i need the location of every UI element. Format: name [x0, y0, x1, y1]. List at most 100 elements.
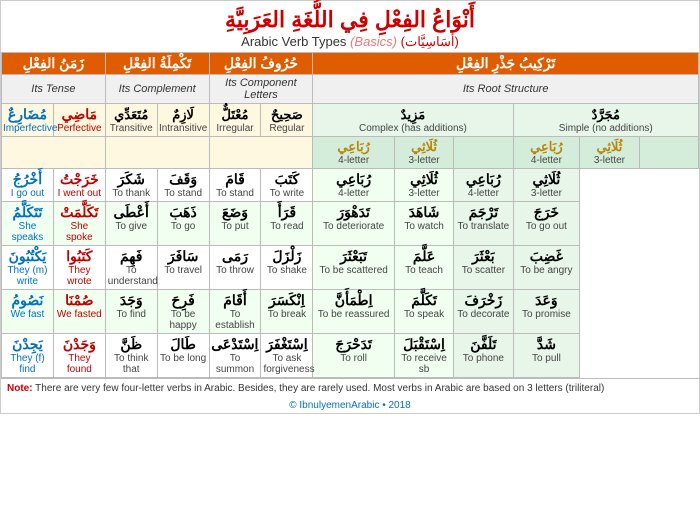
data-cell: شَدَّTo pull [513, 334, 580, 378]
data-cell: ذَهَبَTo go [157, 202, 209, 246]
tense-en: Its Tense [2, 75, 106, 104]
data-cell: غَضِبَTo be angry [513, 246, 580, 290]
data-cell: اِنْكَسَرَTo break [261, 290, 313, 334]
data-cell: ظَنَّTo think that [105, 334, 157, 378]
sh-regular: صَحِيحٌ Regular [261, 104, 313, 137]
data-cell: وَجَدَTo find [105, 290, 157, 334]
data-cell: فَهِمَTo understand [105, 246, 157, 290]
data-cell: كَتَبُواThey wrote [53, 246, 105, 290]
complement-ar: تَكْمِلَةُ الفِعْلِ [107, 55, 208, 72]
data-cell: تَدَهْوَرَTo deteriorate [313, 202, 395, 246]
letters-en: Its Component Letters [209, 75, 313, 104]
sh-r3maz: ثُلَاثِي 3-letter [394, 137, 453, 169]
data-cell: زَلْزَلَTo shake [261, 246, 313, 290]
lc-lett-blank [209, 137, 313, 169]
data-cell: وَعَدَTo promise [513, 290, 580, 334]
data-cell: زَخْرَفَTo decorate [454, 290, 513, 334]
data-cell: سَافَرَTo travel [157, 246, 209, 290]
header-complement: تَكْمِلَةُ الفِعْلِ [105, 53, 209, 75]
data-cell: رُبَاعِي4-letter [313, 169, 395, 202]
subtitle-basics-ar: (أَسَاسِيَّات) [401, 34, 459, 49]
table-body: أَخْرُجُI go outخَرَجْتُI went outشَكَرَ… [2, 169, 699, 378]
lc-c-blank [454, 137, 513, 169]
tense-ar: زَمَنُ الفِعْلِ [3, 55, 104, 72]
data-cell: اِسْتَغْفَرَTo ask forgiveness [261, 334, 313, 378]
data-cell: ثُلَاثِي3-letter [394, 169, 453, 202]
data-cell: تَبَعْثَرَTo be scattered [313, 246, 395, 290]
lc-comp-blank [105, 137, 209, 169]
data-cell: تَلَفَّنَTo phone [454, 334, 513, 378]
data-cell: وَجَدْنَThey found [53, 334, 105, 378]
data-cell: تَتَكَلَّمُShe speaks [2, 202, 54, 246]
table-row: يَجِدْنَThey (f) findوَجَدْنَThey foundظ… [2, 334, 699, 378]
main-title: أَنْوَاعُ الفِعْلِ فِي اللُّغَةِ العَرَب… [5, 7, 695, 33]
letters-ar: حُرُوفُ الفِعْلِ [211, 55, 312, 72]
header-row-1: زَمَنُ الفِعْلِ تَكْمِلَةُ الفِعْلِ حُرُ… [2, 53, 699, 75]
data-cell: شَكَرَTo thank [105, 169, 157, 202]
sh-complex: مَزِيدٌ Complex (has additions) [313, 104, 513, 137]
data-cell: وَقَفَTo stand [157, 169, 209, 202]
data-cell: وَضَعَTo put [209, 202, 261, 246]
footer: © IbnulyemenArabic • 2018 [1, 398, 699, 413]
data-cell: رَمَىTo throw [209, 246, 261, 290]
data-cell: طَالَTo be long [157, 334, 209, 378]
sh-perfect: مَاضِي Perfective [53, 104, 105, 137]
note-area: Note: There are very few four-letter ver… [1, 378, 699, 398]
data-cell: أَقَامَTo establish [209, 290, 261, 334]
data-cell: ثُلَاثِي3-letter [513, 169, 580, 202]
data-cell: عَلَّمَTo teach [394, 246, 453, 290]
sh-intransitive: لَازِمٌ Intransitive [157, 104, 209, 137]
complement-en: Its Complement [105, 75, 209, 104]
sh-mujarrad: مُجَرَّدٌ Simple (no additions) [513, 104, 698, 137]
data-cell: تَرْجَمَTo translate [454, 202, 513, 246]
main-table: زَمَنُ الفِعْلِ تَكْمِلَةُ الفِعْلِ حُرُ… [1, 52, 699, 378]
data-cell: تَكَلَّمَTo speak [394, 290, 453, 334]
root-en: Its Root Structure [313, 75, 699, 104]
table-row: تَتَكَلَّمُShe speaksتَكَلَّمَتْShe spok… [2, 202, 699, 246]
subtitle-en: Arabic Verb Types [241, 34, 346, 49]
data-cell: يَكْتُبُونَThey (m) write [2, 246, 54, 290]
data-cell: شَاهَدَTo watch [394, 202, 453, 246]
data-cell: تَكَلَّمَتْShe spoke [53, 202, 105, 246]
header-tense: زَمَنُ الفِعْلِ [2, 53, 106, 75]
sh-r4maz: رُبَاعِي 4-letter [313, 137, 395, 169]
header-letters: حُرُوفُ الفِعْلِ [209, 53, 313, 75]
data-cell: خَرَجَTo go out [513, 202, 580, 246]
sh-irregular: مُعْتَلٌّ Irregular [209, 104, 261, 137]
data-cell: تَدَحْرَجَTo roll [313, 334, 395, 378]
data-cell: اِسْتَقْبَلَTo receive sb [394, 334, 453, 378]
data-cell: اِسْتَدْعَىTo summon [209, 334, 261, 378]
data-cell: اِطْمَأَنَّTo be reassured [313, 290, 395, 334]
lettercount-row: رُبَاعِي 4-letter ثُلَاثِي 3-letter رُبَ… [2, 137, 699, 169]
lc-m-blank [639, 137, 698, 169]
subtitle-basics-en: (Basics) [350, 34, 397, 49]
title-area: أَنْوَاعُ الفِعْلِ فِي اللُّغَةِ العَرَب… [1, 1, 699, 52]
note-label: Note: [7, 383, 33, 394]
table-row: نَصُومُWe fastصُمْنَاWe fastedوَجَدَTo f… [2, 290, 699, 334]
lc-tense-blank [2, 137, 106, 169]
data-cell: يَجِدْنَThey (f) find [2, 334, 54, 378]
data-cell: فَرِحَTo be happy [157, 290, 209, 334]
data-cell: قَامَTo stand [209, 169, 261, 202]
table-row: يَكْتُبُونَThey (m) writeكَتَبُواThey wr… [2, 246, 699, 290]
data-cell: خَرَجْتُI went out [53, 169, 105, 202]
data-cell: رُبَاعِي4-letter [454, 169, 513, 202]
header-row-2: Its Tense Its Complement Its Component L… [2, 75, 699, 104]
data-cell: بَعْثَرَTo scatter [454, 246, 513, 290]
header-root: تَرْكِيبُ جَذْرِ الفِعْلِ [313, 53, 699, 75]
sh-r4muj: رُبَاعِي 4-letter [513, 137, 580, 169]
sh-r3muj: ثُلَاثِي 3-letter [580, 137, 639, 169]
sh-transitive: مُتَعَدِّي Transitive [105, 104, 157, 137]
root-ar: تَرْكِيبُ جَذْرِ الفِعْلِ [314, 55, 697, 72]
data-cell: أَخْرُجُI go out [2, 169, 54, 202]
table-row: أَخْرُجُI go outخَرَجْتُI went outشَكَرَ… [2, 169, 699, 202]
subheader-row: مُضَارِعٌ Imperfective مَاضِي Perfective… [2, 104, 699, 137]
sh-imperfect: مُضَارِعٌ Imperfective [2, 104, 54, 137]
page-wrapper: أَنْوَاعُ الفِعْلِ فِي اللُّغَةِ العَرَب… [0, 0, 700, 414]
note-text: There are very few four-letter verbs in … [35, 383, 604, 394]
data-cell: كَتَبَTo write [261, 169, 313, 202]
sub-title: Arabic Verb Types (Basics) (أَسَاسِيَّات… [5, 34, 695, 50]
data-cell: أَعْطَىTo give [105, 202, 157, 246]
data-cell: نَصُومُWe fast [2, 290, 54, 334]
data-cell: صُمْنَاWe fasted [53, 290, 105, 334]
